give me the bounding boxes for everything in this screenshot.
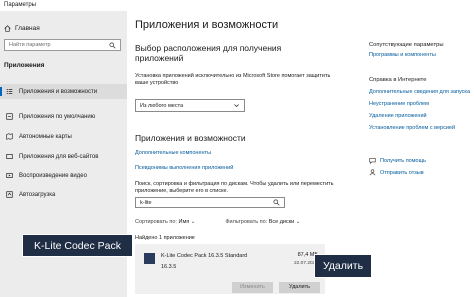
apps-list-icon	[6, 89, 13, 94]
title-bar: Параметры	[0, 0, 474, 11]
help-heading: Справка в Интернете	[369, 77, 427, 83]
chat-bubble-icon	[369, 158, 376, 164]
sidebar-item-default-apps[interactable]: Приложения по умолчанию	[0, 109, 127, 124]
settings-search-input[interactable]: Найти параметр	[4, 39, 121, 51]
k-lite-app-icon	[144, 253, 155, 264]
get-help-link[interactable]: Получить помощь	[369, 157, 426, 164]
window-title: Параметры	[4, 2, 36, 8]
sidebar-item-label: Автозагрузка	[19, 191, 56, 198]
sort-value: Имя	[178, 219, 190, 225]
feedback-label: Отправить отзыв	[380, 169, 424, 176]
app-list-item[interactable]: K-Lite Codec Pack 16.3.5 Standard 16.3.5…	[135, 244, 325, 294]
get-help-label: Получить помощь	[380, 157, 426, 164]
sidebar-item-label: Приложения для веб-сайтов	[19, 153, 99, 160]
related-settings-heading: Сопутствующие параметры	[369, 42, 444, 48]
change-button[interactable]: Изменить	[232, 282, 273, 293]
help-link-1[interactable]: Дополнительные сведения для запуска	[369, 89, 470, 95]
app-version: 16.3.5	[161, 264, 177, 270]
sidebar-item-label: Воспроизведение видео	[19, 172, 87, 179]
settings-search-placeholder: Найти параметр	[9, 42, 51, 48]
sidebar-item-video-playback[interactable]: Воспроизведение видео	[0, 168, 127, 183]
app-search-input[interactable]: k-lite	[135, 197, 285, 208]
person-icon	[369, 169, 376, 176]
programs-features-link[interactable]: Программы и компоненты	[369, 52, 436, 58]
optional-features-link[interactable]: Дополнительные компоненты	[135, 150, 211, 156]
search-description: Поиск, сортировка и фильтрация по дискам…	[135, 181, 334, 194]
app-name-callout: K-Lite Codec Pack	[22, 234, 133, 257]
sidebar-item-label: Приложения и возможности	[19, 88, 98, 95]
filter-value: Все диски	[268, 219, 295, 225]
sort-label: Сортировать по:	[135, 219, 177, 225]
install-source-value: Из любого места	[140, 102, 184, 109]
offline-maps-icon	[6, 133, 13, 140]
default-apps-icon	[6, 113, 13, 120]
install-source-description: Установка приложений исключительно из Mi…	[135, 73, 331, 86]
sidebar-home-label: Главная	[15, 25, 40, 32]
sidebar-item-label: Приложения по умолчанию	[19, 113, 96, 120]
chevron-down-icon: ⌄	[295, 219, 301, 225]
sidebar-item-apps-features[interactable]: Приложения и возможности	[0, 84, 127, 99]
video-playback-icon	[6, 173, 13, 178]
remove-callout: Удалить	[314, 254, 372, 278]
found-count: Найдено 1 приложение	[135, 235, 195, 241]
filter-control[interactable]: Фильтровать по: Все диски ⌄	[225, 219, 300, 225]
filter-label: Фильтровать по:	[225, 219, 268, 225]
feedback-link[interactable]: Отправить отзыв	[369, 169, 424, 176]
apps-features-heading: Приложения и возможности	[135, 133, 246, 143]
sidebar-item-web-apps[interactable]: Приложения для веб-сайтов	[0, 149, 127, 164]
sort-control[interactable]: Сортировать по: Имя ⌄	[135, 219, 195, 225]
sidebar-item-label: Автономные карты	[19, 133, 72, 140]
sidebar-section-title: Приложения	[4, 62, 45, 69]
help-link-2[interactable]: Неустранение проблем	[369, 101, 429, 107]
sidebar-item-offline-maps[interactable]: Автономные карты	[0, 129, 127, 144]
app-aliases-link[interactable]: Псевдонимы выполнения приложений	[135, 165, 233, 171]
sort-filter-row: Сортировать по: Имя ⌄ Фильтровать по: Вс…	[135, 219, 300, 225]
install-source-dropdown[interactable]: Из любого места	[135, 99, 245, 112]
page-title: Приложения и возможности	[135, 19, 279, 31]
help-link-3[interactable]: Удаление приложений	[369, 113, 427, 119]
sidebar-item-startup[interactable]: Автозагрузка	[0, 187, 127, 202]
app-name: K-Lite Codec Pack 16.3.5 Standard	[161, 253, 248, 259]
home-icon	[4, 25, 11, 32]
startup-icon	[6, 191, 13, 198]
web-apps-icon	[6, 154, 13, 159]
app-search-value: k-lite	[140, 199, 152, 206]
uninstall-button[interactable]: Удалить	[279, 282, 320, 293]
search-icon	[273, 199, 280, 206]
install-source-heading: Выбор расположения для получения приложе…	[135, 43, 282, 63]
chevron-down-icon	[234, 104, 239, 108]
chevron-down-icon: ⌄	[190, 219, 196, 225]
help-link-4[interactable]: Установление проблем с версией	[369, 125, 455, 131]
sidebar-home[interactable]: Главная	[4, 25, 40, 32]
search-icon	[109, 41, 116, 49]
